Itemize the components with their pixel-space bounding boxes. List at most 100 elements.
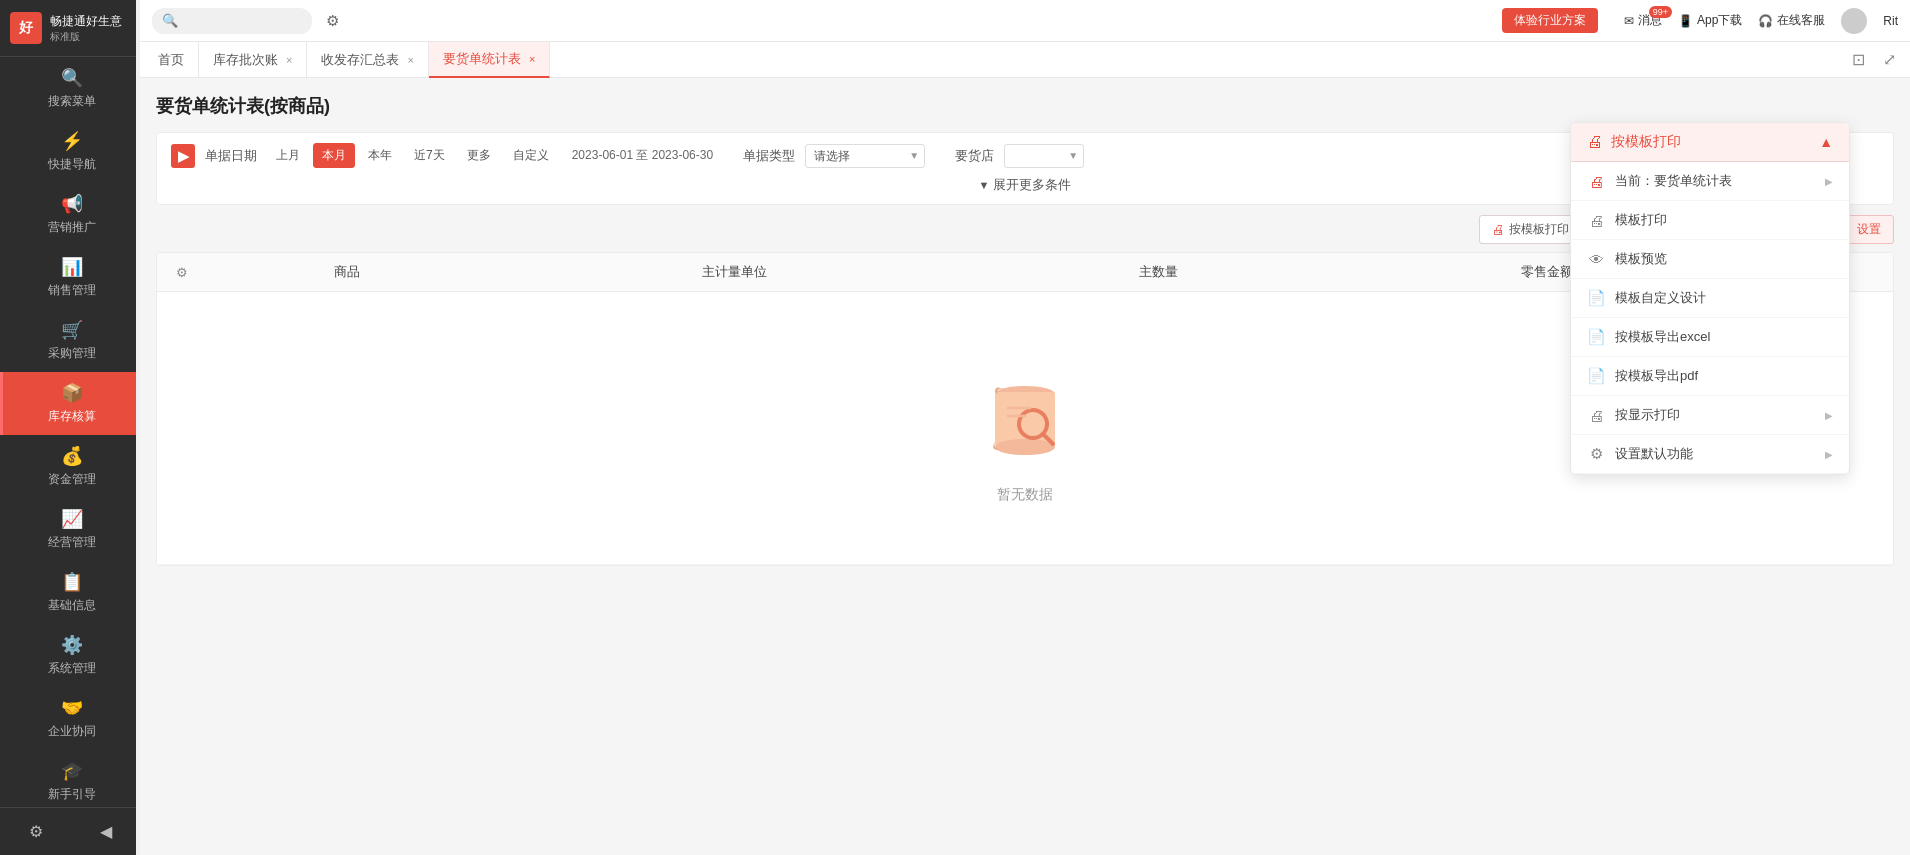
inventory-icon: 📦 (61, 382, 83, 404)
print-display-item[interactable]: 🖨 按显示打印 ▶ (1571, 396, 1849, 435)
print-current-item[interactable]: 🖨 当前：要货单统计表 ▶ (1571, 162, 1849, 201)
sidebar-item-label: 经营管理 (48, 534, 96, 551)
settings-btn-label: 设置 (1857, 221, 1881, 238)
sidebar-item-label: 库存核算 (48, 408, 96, 425)
date-prev-month[interactable]: 上月 (267, 143, 309, 168)
sidebar-item-label: 资金管理 (48, 471, 96, 488)
type-select-wrap[interactable]: 请选择 ▼ (805, 144, 925, 168)
sidebar-item-label: 搜索菜单 (48, 93, 96, 110)
tabbar: 首页 库存批次账 × 收发存汇总表 × 要货单统计表 × ⊡ ⤢ (140, 42, 1910, 78)
basic-icon: 📋 (61, 571, 83, 593)
template-print-label: 模板打印 (1615, 211, 1667, 229)
tab-maximize-btn[interactable]: ⤢ (1877, 48, 1902, 71)
print-dropdown: 🖨 按模板打印 ▲ 🖨 当前：要货单统计表 ▶ 🖨 模板打印 👁 模板预览 (1570, 122, 1850, 475)
tab-collection[interactable]: 收发存汇总表 × (307, 42, 428, 78)
print-dropdown-title: 🖨 按模板打印 (1587, 133, 1681, 151)
sidebar-item-search[interactable]: 🔍 搜索菜单 (0, 57, 140, 120)
print-template-pdf-item[interactable]: 📄 按模板导出pdf (1571, 357, 1849, 396)
sidebar-logo: 好 畅捷通好生意 标准版 (0, 0, 140, 57)
date-more[interactable]: 更多 (458, 143, 500, 168)
filter-expand-icon[interactable]: ▶ (171, 144, 195, 168)
sidebar-item-finance[interactable]: 💰 资金管理 (0, 435, 140, 498)
collab-icon: 🤝 (61, 697, 83, 719)
username-label[interactable]: Rit (1883, 14, 1898, 28)
sidebar-item-marketing[interactable]: 📢 营销推广 (0, 183, 140, 246)
date-current-year[interactable]: 本年 (359, 143, 401, 168)
page-content: 要货单统计表(按商品) ▶ 单据日期 上月 本月 本年 近7天 更多 自定义 2… (140, 78, 1910, 855)
sidebar-item-sales[interactable]: 📊 销售管理 (0, 246, 140, 309)
finance-icon: 💰 (61, 445, 83, 467)
operation-icon: 📈 (61, 508, 83, 530)
print-default-item[interactable]: ⚙ 设置默认功能 ▶ (1571, 435, 1849, 474)
sidebar-collapse-btn[interactable]: ◀ (96, 818, 116, 845)
online-service-btn[interactable]: 🎧 在线客服 (1758, 12, 1825, 29)
expand-more-label: 展开更多条件 (993, 176, 1071, 194)
app-download-label: App下载 (1697, 12, 1742, 29)
print-dropdown-close-btn[interactable]: ▲ (1819, 134, 1833, 150)
type-select[interactable]: 请选择 (805, 144, 925, 168)
empty-illustration (975, 372, 1075, 472)
sidebar-item-inventory[interactable]: 📦 库存核算 (0, 372, 140, 435)
print-current-label: 当前：要货单统计表 (1615, 172, 1732, 190)
print-template-print-item[interactable]: 🖨 模板打印 (1571, 201, 1849, 240)
template-pdf-label: 按模板导出pdf (1615, 367, 1698, 385)
sidebar-settings-btn[interactable]: ⚙ (25, 818, 47, 845)
sidebar-item-label: 系统管理 (48, 660, 96, 677)
search-icon: 🔍 (162, 13, 178, 28)
shortcut-icon: ⚡ (61, 130, 83, 152)
print-display-left: 🖨 按显示打印 (1587, 406, 1680, 424)
search-input[interactable] (184, 14, 284, 28)
empty-text: 暂无数据 (997, 486, 1053, 504)
sidebar-item-label: 企业协同 (48, 723, 96, 740)
th-settings[interactable]: ⚙ (157, 253, 207, 292)
sidebar-item-label: 基础信息 (48, 597, 96, 614)
template-preview-icon: 👁 (1587, 251, 1605, 268)
guide-icon: 🎓 (61, 760, 83, 782)
tab-collection-close[interactable]: × (407, 54, 413, 66)
print-icon: 🖨 (1492, 222, 1505, 237)
settings-icon[interactable]: ⚙ (326, 12, 339, 30)
print-current-left: 🖨 当前：要货单统计表 (1587, 172, 1732, 190)
yaohuodian-select[interactable] (1004, 144, 1084, 168)
tab-yaohuodan[interactable]: 要货单统计表 × (429, 42, 550, 78)
tab-batch-close[interactable]: × (286, 54, 292, 66)
yaohuodian-select-wrap[interactable]: ▼ (1004, 144, 1084, 168)
sidebar-item-label: 新手引导 (48, 786, 96, 803)
date-current-month[interactable]: 本月 (313, 143, 355, 168)
print-template-excel-item[interactable]: 📄 按模板导出excel (1571, 318, 1849, 357)
tab-minimize-btn[interactable]: ⊡ (1846, 48, 1871, 71)
app-download-btn[interactable]: 📱 App下载 (1678, 12, 1742, 29)
default-sub-arrow: ▶ (1825, 449, 1833, 460)
current-sub-arrow: ▶ (1825, 176, 1833, 187)
search-bar[interactable]: 🔍 (152, 8, 312, 34)
settings-btn[interactable]: 设置 (1844, 215, 1894, 244)
date-7days[interactable]: 近7天 (405, 143, 454, 168)
display-print-icon: 🖨 (1587, 407, 1605, 424)
sidebar-item-purchase[interactable]: 🛒 采购管理 (0, 309, 140, 372)
messages-btn[interactable]: ✉ 消息 99+ (1624, 12, 1662, 29)
marketing-icon: 📢 (61, 193, 83, 215)
date-buttons: 上月 本月 本年 近7天 更多 自定义 (267, 143, 558, 168)
sidebar-scroll: 🔍 搜索菜单 ⚡ 快捷导航 📢 营销推广 📊 销售管理 🛒 采购管理 📦 库存核… (0, 57, 140, 807)
download-icon: 📱 (1678, 14, 1693, 28)
sidebar-item-shortcut[interactable]: ⚡ 快捷导航 (0, 120, 140, 183)
trial-button[interactable]: 体验行业方案 (1502, 8, 1598, 33)
sidebar-item-collab[interactable]: 🤝 企业协同 (0, 687, 140, 750)
print-template-preview-item[interactable]: 👁 模板预览 (1571, 240, 1849, 279)
sidebar-item-basic[interactable]: 📋 基础信息 (0, 561, 140, 624)
tab-batch[interactable]: 库存批次账 × (199, 42, 307, 78)
default-func-icon: ⚙ (1587, 445, 1605, 463)
table-settings-icon[interactable]: ⚙ (176, 265, 188, 280)
print-template-design-item[interactable]: 📄 模板自定义设计 (1571, 279, 1849, 318)
template-preview-label: 模板预览 (1615, 250, 1667, 268)
tab-yaohuodan-close[interactable]: × (529, 53, 535, 65)
sidebar-item-operation[interactable]: 📈 经营管理 (0, 498, 140, 561)
template-excel-icon: 📄 (1587, 328, 1605, 346)
sidebar-item-guide[interactable]: 🎓 新手引导 (0, 750, 140, 807)
tab-home[interactable]: 首页 (140, 42, 199, 78)
sidebar-item-system[interactable]: ⚙️ 系统管理 (0, 624, 140, 687)
sidebar-item-label: 销售管理 (48, 282, 96, 299)
template-print-icon: 🖨 (1587, 212, 1605, 229)
date-custom[interactable]: 自定义 (504, 143, 558, 168)
print-default-left: ⚙ 设置默认功能 (1587, 445, 1693, 463)
